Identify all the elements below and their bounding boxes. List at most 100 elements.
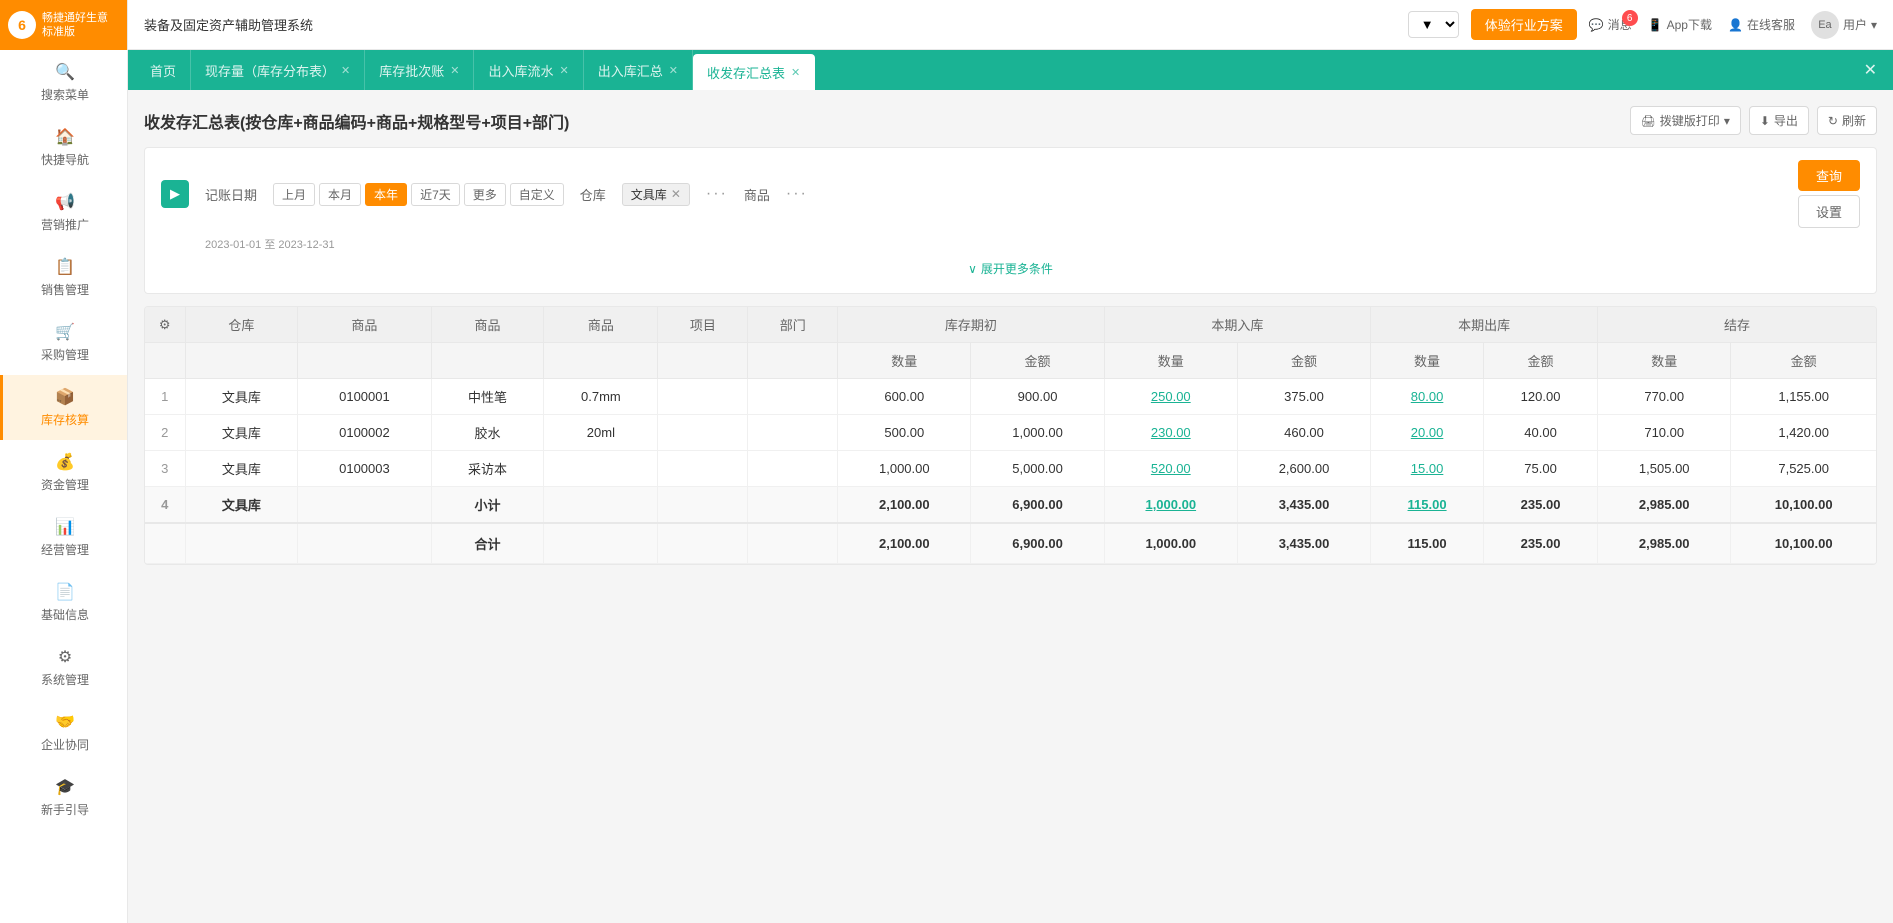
row-in-amt: 375.00: [1237, 379, 1370, 415]
export-button[interactable]: ⬇ 导出: [1749, 106, 1809, 135]
row-in-qty-link[interactable]: 250.00: [1151, 389, 1191, 404]
row-out-qty-link[interactable]: 15.00: [1411, 461, 1444, 476]
col-settings-th[interactable]: ⚙: [145, 307, 185, 343]
row-bal-amt: 1,155.00: [1731, 379, 1876, 415]
filter-row-1: ▶ 记账日期 上月本月本年近7天更多自定义 仓库 文具库 ✕ ··· 商品 ··…: [161, 160, 1860, 228]
sidebar-item-sales[interactable]: 📋 销售管理: [0, 245, 127, 310]
row-spec: [544, 451, 658, 487]
tab-inventory-dist[interactable]: 现存量（库存分布表）✕: [191, 50, 365, 90]
row-begin-amt: 6,900.00: [971, 487, 1104, 524]
row-out-qty[interactable]: 15.00: [1371, 451, 1484, 487]
date-btn-4[interactable]: 更多: [464, 183, 506, 206]
warehouse-tag-close[interactable]: ✕: [671, 187, 681, 201]
row-dept: [748, 487, 838, 524]
sidebar-item-purchase[interactable]: 🛒 采购管理: [0, 310, 127, 375]
sidebar-item-finance[interactable]: 💰 资金管理: [0, 440, 127, 505]
sidebar-label-guide: 新手引导: [41, 801, 89, 818]
sidebar-item-enterprise[interactable]: 🤝 企业协同: [0, 700, 127, 765]
tab-label-inout-summary: 出入库汇总: [598, 61, 663, 80]
refresh-icon: ↻: [1828, 114, 1838, 128]
row-out-qty[interactable]: 80.00: [1371, 379, 1484, 415]
message-button[interactable]: 💬 消息 6: [1589, 16, 1632, 33]
sidebar-item-operation[interactable]: 📊 经营管理: [0, 505, 127, 570]
date-btn-3[interactable]: 近7天: [411, 183, 460, 206]
user-avatar: Ea: [1811, 11, 1839, 39]
bal-qty-th: 数量: [1598, 343, 1731, 379]
date-btn-2[interactable]: 本年: [365, 183, 407, 206]
row-in-qty[interactable]: 1,000.00: [1104, 487, 1237, 524]
settings-button[interactable]: 设置: [1798, 195, 1860, 228]
sidebar-icon-marketing: 📢: [55, 192, 75, 212]
tab-inout-flow[interactable]: 出入库流水✕: [474, 50, 583, 90]
tab-bar-close[interactable]: ✕: [1856, 60, 1885, 80]
row-begin-amt: 5,000.00: [971, 451, 1104, 487]
sidebar-icon-operation: 📊: [55, 517, 75, 537]
sidebar-item-guide[interactable]: 🎓 新手引导: [0, 765, 127, 830]
tab-close-batch[interactable]: ✕: [450, 64, 459, 77]
query-buttons: 查询 设置: [1798, 160, 1860, 228]
row-out-qty[interactable]: 20.00: [1371, 415, 1484, 451]
row-begin-qty: 500.00: [838, 415, 971, 451]
gear-select-wrap[interactable]: ▼: [1408, 11, 1459, 38]
table-row: 3文具库0100003采访本1,000.005,000.00520.002,60…: [145, 451, 1876, 487]
refresh-button[interactable]: ↻ 刷新: [1817, 106, 1877, 135]
col-period-begin-th: 库存期初: [838, 307, 1104, 343]
warehouse-more[interactable]: ···: [706, 185, 728, 203]
top-header: 装备及固定资产辅助管理系统 ▼ 体验行业方案 💬 消息 6 📱 App下载 👤 …: [128, 0, 1893, 50]
bal-amt-th: 金额: [1731, 343, 1876, 379]
row-in-qty-link[interactable]: 230.00: [1151, 425, 1191, 440]
message-icon: 💬: [1589, 18, 1604, 32]
tab-close-inventory-dist[interactable]: ✕: [341, 64, 350, 77]
tab-close-inout-flow[interactable]: ✕: [560, 64, 569, 77]
expand-button[interactable]: ∨ 展开更多条件: [964, 256, 1057, 281]
filter-toggle[interactable]: ▶: [161, 180, 189, 208]
date-label: 记账日期: [205, 185, 257, 204]
tab-batch[interactable]: 库存批次账✕: [365, 50, 474, 90]
experience-button[interactable]: 体验行业方案: [1471, 9, 1577, 40]
row-bal-qty: 2,985.00: [1598, 487, 1731, 524]
row-in-qty[interactable]: 230.00: [1104, 415, 1237, 451]
row-bal-qty: 770.00: [1598, 379, 1731, 415]
date-btn-0[interactable]: 上月: [273, 183, 315, 206]
sidebar-item-system[interactable]: ⚙ 系统管理: [0, 635, 127, 700]
footer-in-amt: 3,435.00: [1237, 523, 1370, 564]
sidebar-item-search[interactable]: 🔍 搜索菜单: [0, 50, 127, 115]
query-button[interactable]: 查询: [1798, 160, 1860, 191]
row-in-qty[interactable]: 520.00: [1104, 451, 1237, 487]
tab-close-inout-summary[interactable]: ✕: [669, 64, 678, 77]
date-btn-5[interactable]: 自定义: [510, 183, 564, 206]
sidebar-icon-quick-nav: 🏠: [55, 127, 75, 147]
row-out-qty-link[interactable]: 115.00: [1408, 497, 1447, 512]
online-service-button[interactable]: 👤 在线客服: [1728, 16, 1795, 33]
print-button[interactable]: 🖨 拨键版打印 ▾: [1630, 106, 1741, 135]
logo-icon: 6: [8, 11, 36, 39]
sidebar-icon-system: ⚙: [58, 647, 72, 667]
row-warehouse: 文具库: [185, 451, 298, 487]
gear-select[interactable]: ▼: [1408, 11, 1459, 38]
row-out-qty-link[interactable]: 80.00: [1411, 389, 1444, 404]
footer-out-amt: 235.00: [1483, 523, 1597, 564]
row-in-qty-link[interactable]: 520.00: [1151, 461, 1191, 476]
tab-receive-send[interactable]: 收发存汇总表✕: [693, 54, 815, 90]
page-title: 收发存汇总表(按仓库+商品编码+商品+规格型号+项目+部门): [144, 109, 569, 133]
sidebar-item-quick-nav[interactable]: 🏠 快捷导航: [0, 115, 127, 180]
begin-amt-th: 金额: [971, 343, 1104, 379]
tab-close-receive-send[interactable]: ✕: [791, 66, 800, 79]
sidebar-item-basic[interactable]: 📄 基础信息: [0, 570, 127, 635]
sidebar-item-inventory[interactable]: 📦 库存核算: [0, 375, 127, 440]
logo-subtext: 标准版: [42, 25, 108, 39]
header-actions: 💬 消息 6 📱 App下载 👤 在线客服 Ea 用户 ▾: [1589, 11, 1877, 39]
app-download-button[interactable]: 📱 App下载: [1648, 16, 1712, 33]
in-qty-th: 数量: [1104, 343, 1237, 379]
sidebar-item-marketing[interactable]: 📢 营销推广: [0, 180, 127, 245]
tab-home[interactable]: 首页: [136, 50, 191, 90]
row-in-qty[interactable]: 250.00: [1104, 379, 1237, 415]
date-btn-1[interactable]: 本月: [319, 183, 361, 206]
tab-inout-summary[interactable]: 出入库汇总 ✕: [584, 50, 693, 90]
row-code: 0100001: [298, 379, 431, 415]
goods-more[interactable]: ···: [786, 185, 808, 203]
user-button[interactable]: Ea 用户 ▾: [1811, 11, 1877, 39]
row-in-qty-link[interactable]: 1,000.00: [1145, 497, 1196, 512]
row-out-qty[interactable]: 115.00: [1371, 487, 1484, 524]
row-out-qty-link[interactable]: 20.00: [1411, 425, 1444, 440]
